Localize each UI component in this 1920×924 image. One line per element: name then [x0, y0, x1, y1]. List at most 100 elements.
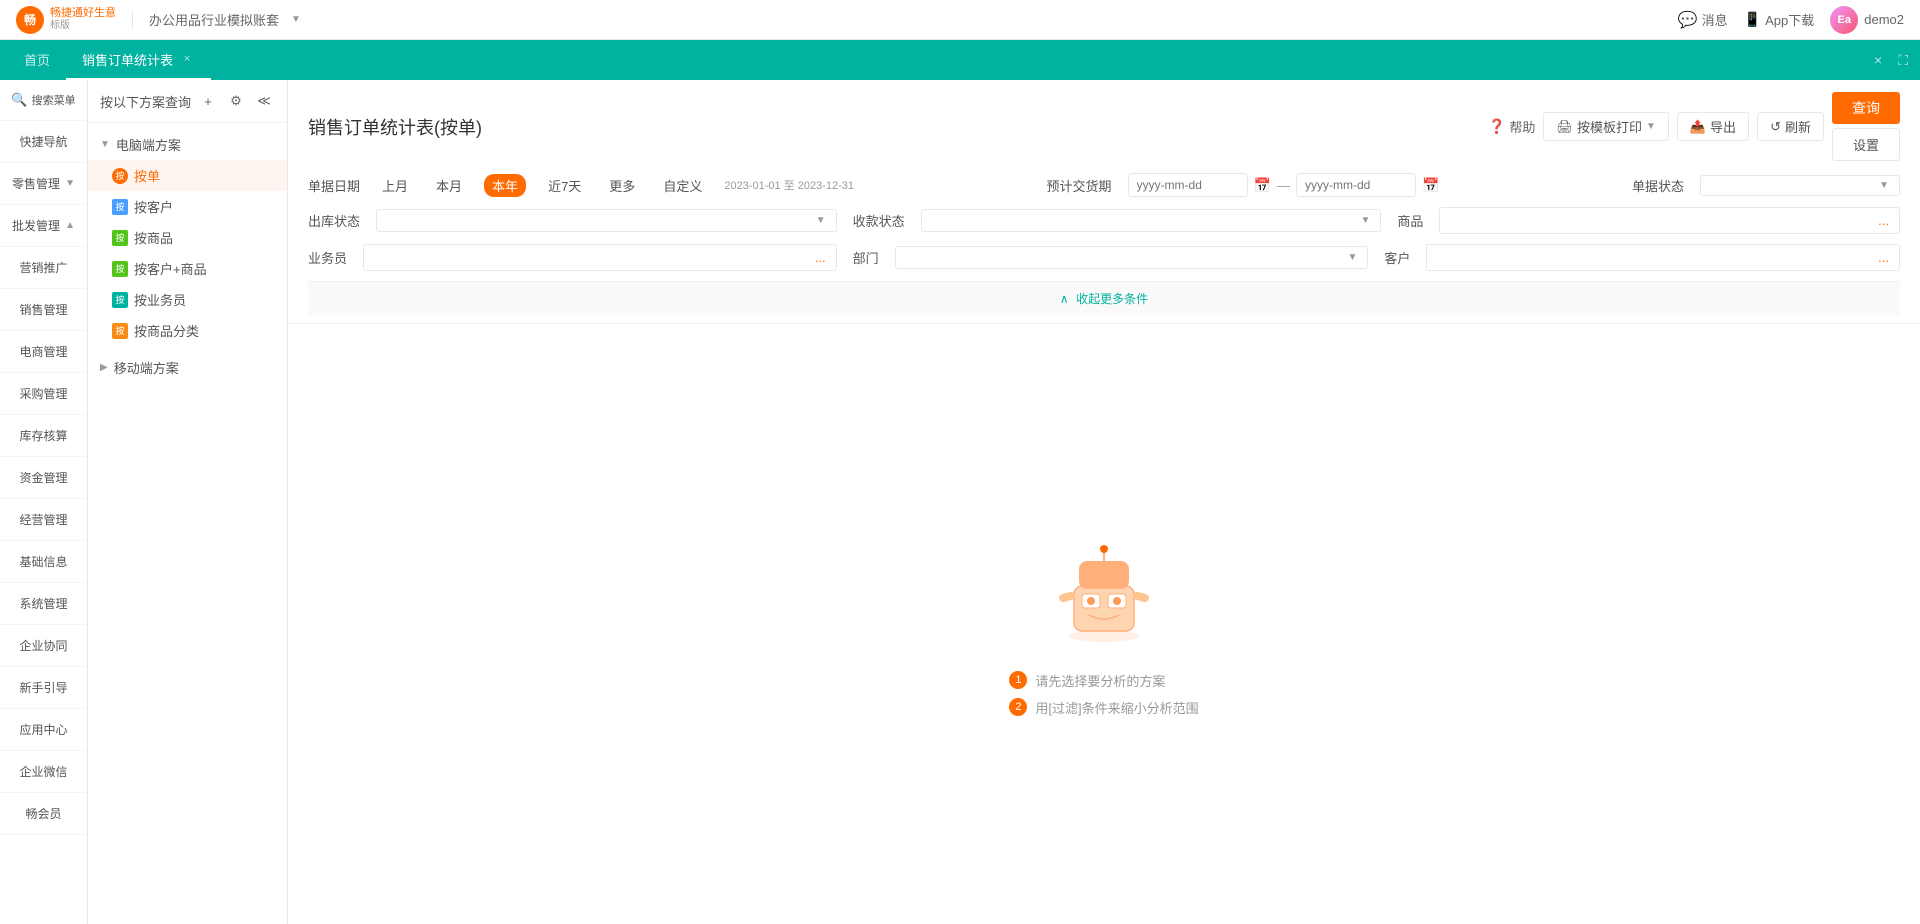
export-icon: 📤 [1690, 119, 1706, 135]
empty-tips: 1 请先选择要分析的方案 2 用[过滤]条件来缩小分析范围 [1009, 671, 1198, 717]
sales-order-tab[interactable]: 销售订单统计表 × [66, 40, 211, 80]
phone-icon: 📱 [1744, 11, 1761, 28]
shortcut-this-year[interactable]: 本年 [484, 174, 526, 197]
top-title-dropdown-icon[interactable]: ▼ [291, 14, 301, 25]
scheme-item-by-customer-product[interactable]: 按 按客户+商品 [88, 253, 287, 284]
scheme-settings-btn[interactable]: ⚙ [225, 90, 247, 112]
export-btn[interactable]: 📤 导出 [1677, 112, 1749, 141]
department-select[interactable]: ▼ [895, 246, 1369, 269]
content-header-actions: ❓ 帮助 🖨 按模板打印 ▼ 📤 导出 ↺ 刷新 [1488, 92, 1900, 161]
calendar-start-icon[interactable]: 📅 [1254, 177, 1271, 194]
sidebar-item-enterprise-wechat[interactable]: 企业微信 [0, 751, 87, 793]
sidebar-item-enterprise-coop[interactable]: 企业协同 [0, 625, 87, 667]
page-title: 销售订单统计表(按单) [308, 114, 482, 140]
app-download-btn[interactable]: 📱 App下载 [1744, 10, 1815, 29]
shortcut-this-month[interactable]: 本月 [430, 174, 468, 197]
sidebar-item-quicknav[interactable]: 快捷导航 [0, 121, 87, 163]
window-close-btn[interactable]: × [1870, 48, 1886, 72]
template-print-btn[interactable]: 🖨 按模板打印 ▼ [1543, 112, 1668, 141]
scheme-item-by-product[interactable]: 按 按商品 [88, 222, 287, 253]
scheme-icon-by-customer-product: 按 [112, 261, 128, 277]
template-print-arrow: ▼ [1646, 121, 1656, 132]
sidebar-item-search[interactable]: 🔍 搜索菜单 [0, 80, 87, 121]
settings-button[interactable]: 设置 [1832, 128, 1900, 161]
status-select[interactable]: ▼ [1700, 175, 1900, 196]
query-button[interactable]: 查询 [1832, 92, 1900, 124]
help-btn[interactable]: ❓ 帮助 [1488, 117, 1535, 136]
user-avatar: Ea [1830, 6, 1858, 34]
scheme-item-by-customer[interactable]: 按 按客户 [88, 191, 287, 222]
shortcut-more[interactable]: 更多 [603, 174, 641, 197]
sidebar-item-finance[interactable]: 资金管理 [0, 457, 87, 499]
sidebar-item-new-guide[interactable]: 新手引导 [0, 667, 87, 709]
sidebar-item-sales[interactable]: 销售管理 [0, 289, 87, 331]
scheme-icon-by-product: 按 [112, 230, 128, 246]
sidebar-item-ecommerce[interactable]: 电商管理 [0, 331, 87, 373]
search-icon: 🔍 [11, 92, 27, 108]
expected-date-start[interactable] [1128, 173, 1248, 197]
ship-status-label: 出库状态 [308, 211, 360, 230]
department-label: 部门 [853, 248, 879, 267]
logo-area: 畅 畅捷通好生意 标版 [16, 6, 116, 34]
sidebar-item-retail[interactable]: 零售管理 ▼ [0, 163, 87, 205]
sidebar-item-operations[interactable]: 经营管理 [0, 499, 87, 541]
status-label: 单据状态 [1632, 176, 1684, 195]
sidebar-item-system[interactable]: 系统管理 [0, 583, 87, 625]
user-profile-btn[interactable]: Ea demo2 [1830, 6, 1904, 34]
customer-select[interactable]: ... [1426, 244, 1900, 271]
sidebar-item-wholesale[interactable]: 批发管理 ▲ [0, 205, 87, 247]
pc-section-arrow: ▼ [100, 139, 110, 150]
message-icon: 💬 [1678, 10, 1698, 30]
add-scheme-btn[interactable]: + [197, 90, 219, 112]
salesperson-select[interactable]: ... [363, 244, 837, 271]
sidebar-item-inventory[interactable]: 库存核算 [0, 415, 87, 457]
expected-date-end[interactable] [1296, 173, 1416, 197]
filter-rows: 单据日期 上月 本月 本年 近7天 更多 自定义 2023-01-01 至 20… [308, 173, 1900, 271]
collapse-panel-btn[interactable]: ≪ [253, 90, 275, 112]
customer-more-icon[interactable]: ... [1878, 250, 1889, 265]
refresh-btn[interactable]: ↺ 刷新 [1757, 112, 1824, 141]
tab-close-icon[interactable]: × [179, 51, 195, 67]
pc-schemes-section: ▼ 电脑端方案 按 按单 按 按客户 按 按商品 按 按客户+商品 [88, 123, 287, 352]
refresh-icon: ↺ [1770, 119, 1781, 135]
sidebar-item-member[interactable]: 畅会员 [0, 793, 87, 835]
sidebar: 🔍 搜索菜单 快捷导航 零售管理 ▼ 批发管理 ▲ 营销推广 销售管理 电商管理… [0, 80, 88, 924]
ship-status-select[interactable]: ▼ [376, 209, 837, 232]
sidebar-item-app-center[interactable]: 应用中心 [0, 709, 87, 751]
empty-illustration [1044, 531, 1164, 651]
product-more-icon[interactable]: ... [1878, 213, 1889, 228]
top-page-title: 办公用品行业模拟账套 [149, 10, 279, 29]
sidebar-item-purchase[interactable]: 采购管理 [0, 373, 87, 415]
filter-row-2: 出库状态 ▼ 收款状态 ▼ 商品 ... [308, 207, 1900, 234]
payment-status-arrow: ▼ [1360, 215, 1370, 226]
product-select[interactable]: ... [1439, 207, 1900, 234]
top-bar-right: 💬 消息 📱 App下载 Ea demo2 [1678, 6, 1904, 34]
shortcut-last-7-days[interactable]: 近7天 [542, 174, 587, 197]
scheme-item-by-salesperson[interactable]: 按 按业务员 [88, 284, 287, 315]
home-tab[interactable]: 首页 [8, 40, 66, 80]
salesperson-more-icon[interactable]: ... [815, 250, 826, 265]
window-expand-btn[interactable]: ⛶ [1894, 48, 1912, 73]
collapse-more-conditions-btn[interactable]: ∧ 收起更多条件 [308, 281, 1900, 315]
message-btn[interactable]: 💬 消息 [1678, 10, 1728, 30]
tip-2-text: 用[过滤]条件来缩小分析范围 [1035, 698, 1198, 717]
left-panel: 按以下方案查询 + ⚙ ≪ ▼ 电脑端方案 按 按单 按 按客户 按 [88, 80, 288, 924]
payment-status-select[interactable]: ▼ [921, 209, 1382, 232]
tip-2-num: 2 [1009, 698, 1027, 716]
query-settings-btns: 查询 设置 [1832, 92, 1900, 161]
sidebar-item-basic-info[interactable]: 基础信息 [0, 541, 87, 583]
scheme-icon-by-order: 按 [112, 168, 128, 184]
retail-arrow-icon: ▼ [65, 178, 75, 189]
sidebar-item-marketing[interactable]: 营销推广 [0, 247, 87, 289]
tip-1-num: 1 [1009, 671, 1027, 689]
mobile-section-header[interactable]: ▶ 移动端方案 [88, 352, 287, 383]
scheme-item-by-product-category[interactable]: 按 按商品分类 [88, 315, 287, 346]
shortcut-custom[interactable]: 自定义 [657, 174, 708, 197]
shortcut-last-month[interactable]: 上月 [376, 174, 414, 197]
content-title-row: 销售订单统计表(按单) ❓ 帮助 🖨 按模板打印 ▼ 📤 导出 [308, 92, 1900, 161]
collapse-arrow-icon: ∧ [1060, 292, 1069, 306]
window-controls: × ⛶ [1870, 40, 1912, 80]
scheme-item-by-order[interactable]: 按 按单 [88, 160, 287, 191]
payment-status-label: 收款状态 [853, 211, 905, 230]
calendar-end-icon[interactable]: 📅 [1422, 177, 1439, 194]
